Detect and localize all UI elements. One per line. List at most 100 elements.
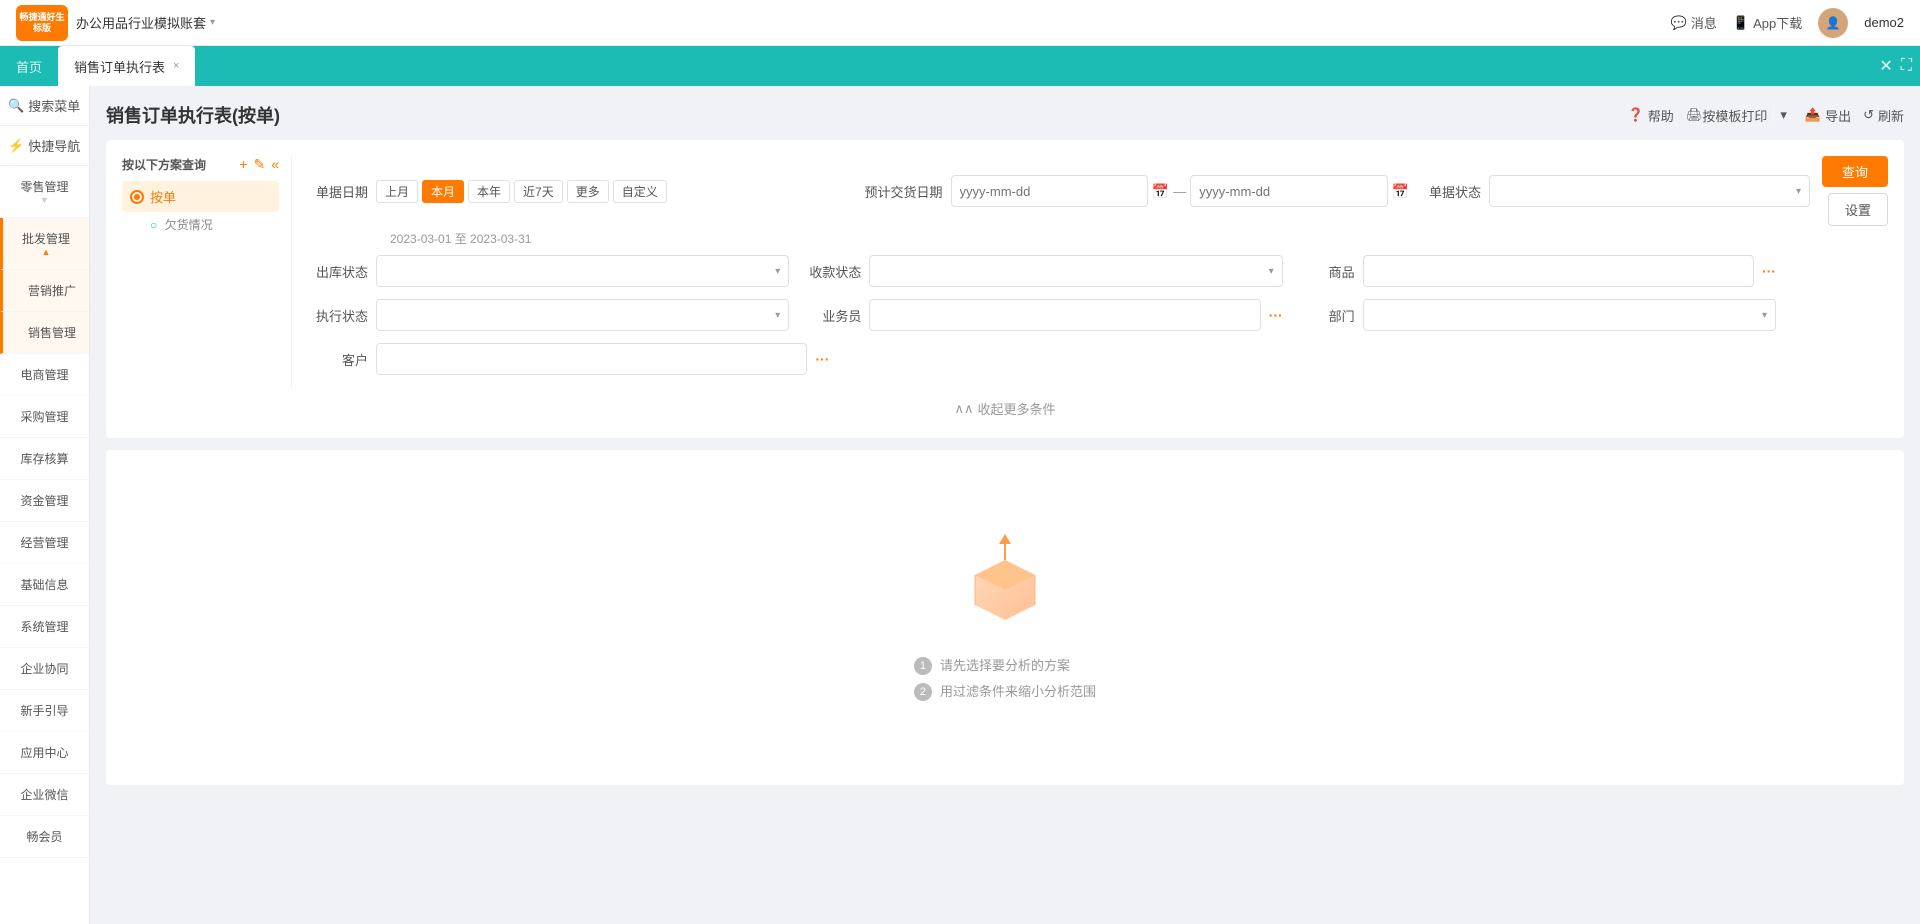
help-button[interactable]: ❓ 帮助 <box>1628 106 1674 125</box>
sidebar-item-purchase[interactable]: 采购管理 <box>0 396 89 438</box>
sidebar-item-operations[interactable]: 经营管理 <box>0 522 89 564</box>
date-btn-7days[interactable]: 近7天 <box>514 180 563 203</box>
scheme-actions: + ✎ « <box>239 156 279 173</box>
goods-more-icon[interactable]: ··· <box>1762 263 1776 279</box>
sidebar-item-label: 企业微信 <box>20 786 68 803</box>
date-range-display: 2023-03-01 至 2023-03-31 <box>390 230 531 247</box>
sidebar-item-system[interactable]: 系统管理 <box>0 606 89 648</box>
app-selector[interactable]: 办公用品行业模拟账套 ▾ <box>76 13 215 32</box>
doc-status-label: 单据状态 <box>1421 182 1481 201</box>
tab-close-icon[interactable]: × <box>173 60 179 72</box>
filter-group-date: 单据日期 上月 本月 本年 近7天 更多 自定义 <box>308 180 853 203</box>
date-btn-last-month[interactable]: 上月 <box>376 180 418 203</box>
export-button[interactable]: 📤 导出 <box>1805 106 1851 125</box>
help-label: 帮助 <box>1648 106 1674 125</box>
sidebar-item-label: 零售管理 <box>20 178 68 195</box>
customer-label: 客户 <box>308 350 368 369</box>
filter-group-payment-status: 收款状态 ▾ <box>801 255 1282 287</box>
scheme-item-label: 按单 <box>150 187 176 206</box>
date-btn-this-year[interactable]: 本年 <box>468 180 510 203</box>
filter-group-doc-status: 单据状态 ▾ <box>1421 175 1810 207</box>
goods-label: 商品 <box>1295 262 1355 281</box>
goods-input[interactable] <box>1363 255 1754 287</box>
filter-row-3: 执行状态 ▾ 业务员 ··· <box>308 299 1888 331</box>
tab-home[interactable]: 首页 <box>0 46 58 86</box>
sidebar-item-sales[interactable]: 销售管理 <box>0 312 89 354</box>
filter-group-exec-status: 执行状态 ▾ <box>308 299 789 331</box>
scheme-item-order[interactable]: 按单 <box>122 181 279 212</box>
scheme-edit-icon[interactable]: ✎ <box>253 156 265 173</box>
collapse-row: ∧∧ 收起更多条件 <box>122 387 1888 422</box>
sidebar-item-basic[interactable]: 基础信息 <box>0 564 89 606</box>
sidebar-item-wholesale[interactable]: 批发管理 ▲ <box>0 218 89 270</box>
payment-status-select[interactable]: ▾ <box>869 255 1282 287</box>
sidebar-item-newbie[interactable]: 新手引导 <box>0 690 89 732</box>
expected-date-end[interactable] <box>1190 175 1387 207</box>
tip-1-text: 请先选择要分析的方案 <box>940 653 1070 679</box>
scheme-collapse-icon[interactable]: « <box>271 156 279 173</box>
empty-box-svg <box>955 530 1055 630</box>
export-label: 导出 <box>1825 106 1851 125</box>
quick-nav-icon: ⚡ <box>8 138 24 154</box>
dept-select[interactable]: ▾ <box>1363 299 1776 331</box>
sidebar-item-finance[interactable]: 资金管理 <box>0 480 89 522</box>
filter-main: 按以下方案查询 + ✎ « 按单 <box>122 156 1888 387</box>
sidebar-quick-nav-label: 快捷导航 <box>28 136 80 155</box>
salesperson-label: 业务员 <box>801 306 861 325</box>
page-title-row: 销售订单执行表(按单) ❓ 帮助 🖨 按模板打印 ▾ 📤 导出 <box>106 102 1904 128</box>
filter-group-expected-date: 预计交货日期 📅 — 📅 <box>865 175 1410 207</box>
date-quick-buttons: 上月 本月 本年 近7天 更多 自定义 <box>376 180 667 203</box>
page-container: 销售订单执行表(按单) ❓ 帮助 🖨 按模板打印 ▾ 📤 导出 <box>90 86 1920 801</box>
sidebar-search-menu[interactable]: 🔍 搜索菜单 <box>0 86 89 126</box>
sidebar-item-label: 采购管理 <box>20 408 68 425</box>
sidebar-item-corp[interactable]: 企业协同 <box>0 648 89 690</box>
sidebar-item-marketing[interactable]: 营销推广 <box>0 270 89 312</box>
print-arrow-icon[interactable]: ▾ <box>1773 107 1793 123</box>
empty-icon <box>955 530 1055 633</box>
download-icon: 📱 <box>1733 15 1749 31</box>
scheme-item-shortage[interactable]: ○ 欠货情况 <box>122 212 279 237</box>
doc-status-select[interactable]: ▾ <box>1489 175 1810 207</box>
close-window-icon[interactable]: ✕ <box>1879 56 1892 76</box>
filter-row-1: 单据日期 上月 本月 本年 近7天 更多 自定义 <box>308 156 1888 226</box>
salesperson-more-icon[interactable]: ··· <box>1269 307 1283 323</box>
scheme-add-icon[interactable]: + <box>239 156 247 173</box>
sidebar-item-wechat[interactable]: 企业微信 <box>0 774 89 816</box>
calendar-start-icon[interactable]: 📅 <box>1152 183 1169 200</box>
content-area: 销售订单执行表(按单) ❓ 帮助 🖨 按模板打印 ▾ 📤 导出 <box>90 86 1920 924</box>
scheme-dot-inner <box>134 194 140 200</box>
sidebar-item-appstore[interactable]: 应用中心 <box>0 732 89 774</box>
collapse-up-icon: ∧∧ <box>954 401 973 417</box>
message-label: 消息 <box>1691 13 1717 32</box>
tab-sales-order[interactable]: 销售订单执行表 × <box>58 46 195 86</box>
expected-date-start[interactable] <box>951 175 1148 207</box>
message-button[interactable]: 💬 消息 <box>1671 13 1717 32</box>
title-actions: ❓ 帮助 🖨 按模板打印 ▾ 📤 导出 ↺ 刷新 <box>1628 106 1904 125</box>
date-btn-more[interactable]: 更多 <box>567 180 609 203</box>
settings-button[interactable]: 设置 <box>1828 193 1888 226</box>
tab-bar-right: ✕ ⛶ <box>1879 56 1920 76</box>
date-btn-this-month[interactable]: 本月 <box>422 180 464 203</box>
sidebar-item-inventory[interactable]: 库存核算 <box>0 438 89 480</box>
customer-input[interactable] <box>376 343 807 375</box>
date-btn-custom[interactable]: 自定义 <box>613 180 667 203</box>
avatar[interactable]: 👤 <box>1818 8 1848 38</box>
ship-status-select[interactable]: ▾ <box>376 255 789 287</box>
app-download-button[interactable]: 📱 App下载 <box>1733 13 1802 32</box>
print-button[interactable]: 🖨 按模板打印 ▾ <box>1686 106 1793 125</box>
sidebar-item-member[interactable]: 畅会员 <box>0 816 89 858</box>
scheme-dot <box>130 190 144 204</box>
refresh-button[interactable]: ↺ 刷新 <box>1863 106 1904 125</box>
calendar-end-icon[interactable]: 📅 <box>1392 183 1409 200</box>
user-name[interactable]: demo2 <box>1864 15 1904 30</box>
sidebar-quick-nav[interactable]: ⚡ 快捷导航 <box>0 126 89 166</box>
expected-date-label: 预计交货日期 <box>865 182 943 201</box>
expand-window-icon[interactable]: ⛶ <box>1901 57 1912 75</box>
exec-status-select[interactable]: ▾ <box>376 299 789 331</box>
query-button[interactable]: 查询 <box>1822 156 1888 187</box>
collapse-button[interactable]: ∧∧ 收起更多条件 <box>938 395 1071 422</box>
sidebar-item-retail[interactable]: 零售管理 ▼ <box>0 166 89 218</box>
customer-more-icon[interactable]: ··· <box>815 351 829 367</box>
sidebar-item-ecommerce[interactable]: 电商管理 <box>0 354 89 396</box>
salesperson-input[interactable] <box>869 299 1260 331</box>
